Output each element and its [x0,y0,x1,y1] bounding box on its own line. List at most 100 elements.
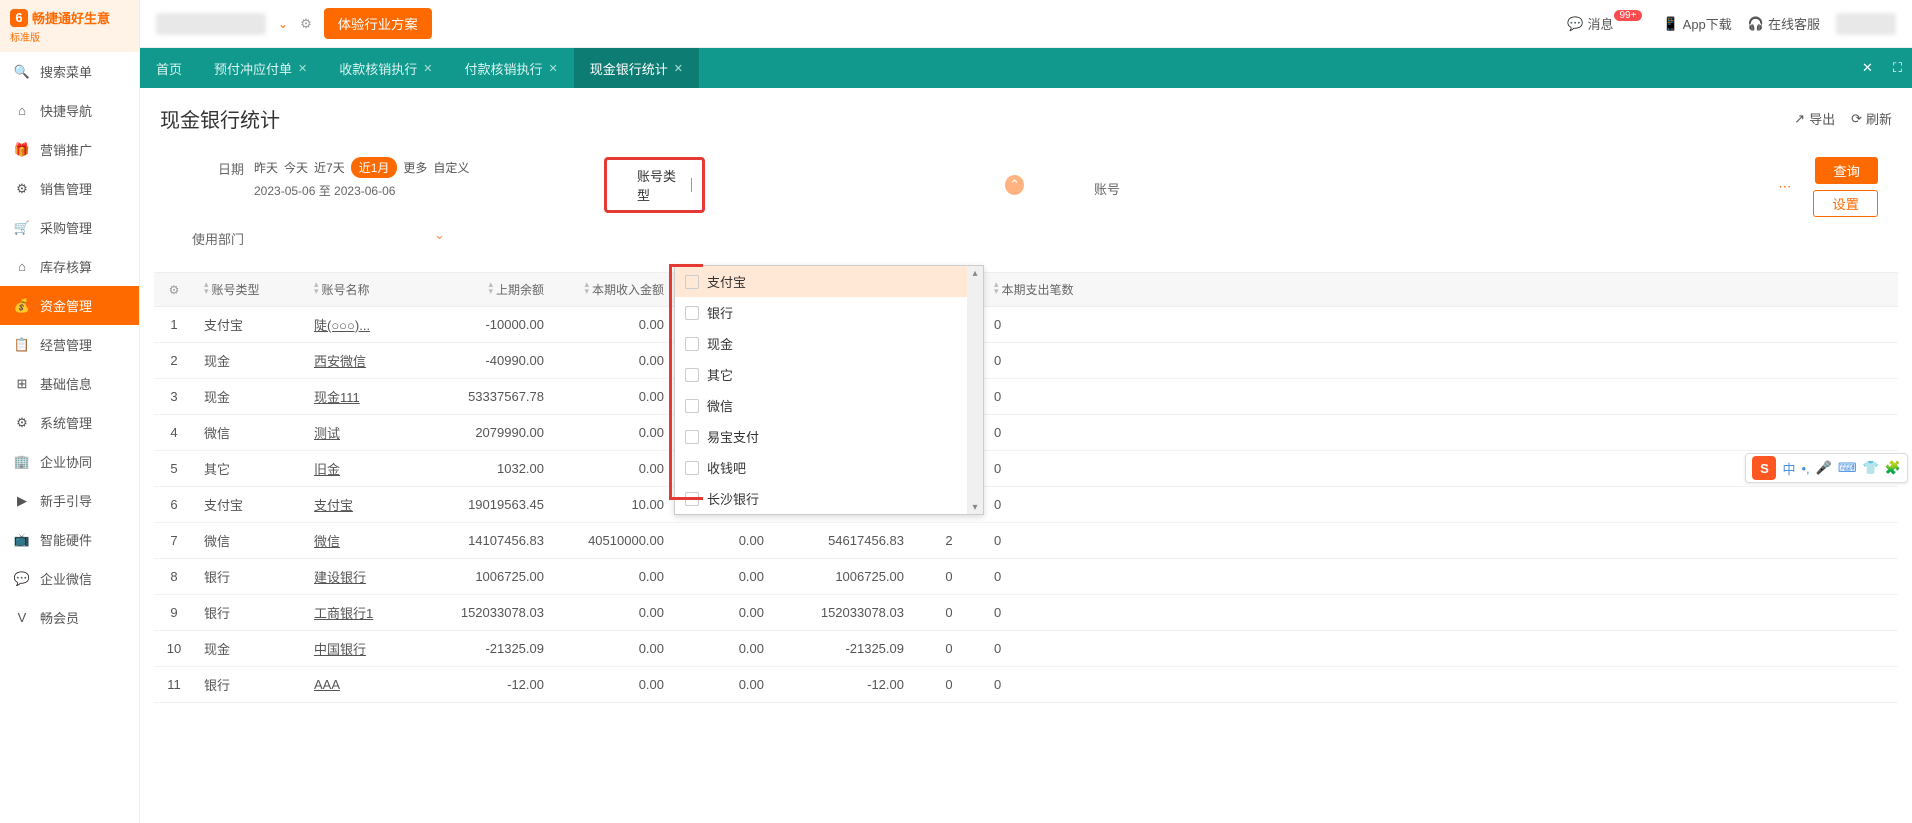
account-name-link[interactable]: 中国银行 [314,642,366,657]
sidebar-item-1[interactable]: ⌂快捷导航 [0,91,139,130]
ime-keyboard-icon[interactable]: ⌨ [1838,460,1857,476]
sidebar-item-4[interactable]: 🛒采购管理 [0,208,139,247]
messages-link[interactable]: 💬 消息 99+ [1567,14,1646,33]
checkbox[interactable] [685,275,699,289]
scroll-up-icon[interactable]: ▴ [968,266,982,280]
refresh-icon: ⟳ [1851,111,1862,127]
date-chip-4[interactable]: 更多 [403,159,427,176]
dropdown-item-6[interactable]: 收钱吧 [675,452,983,483]
dropdown-item-7[interactable]: 长沙银行 [675,483,983,514]
refresh-button[interactable]: ⟳ 刷新 [1851,109,1892,128]
gear-icon[interactable]: ⚙ [300,16,312,32]
sidebar-item-2[interactable]: 🎁营销推广 [0,130,139,169]
col-header-8[interactable]: ▴▾本期支出笔数 [984,273,1898,307]
ime-skin-icon[interactable]: 👕 [1863,460,1879,476]
account-name-link[interactable]: 微信 [314,534,340,549]
sort-icon[interactable]: ▴▾ [204,281,209,295]
tab-close-icon[interactable]: ✕ [674,62,683,75]
date-chip-0[interactable]: 昨天 [254,159,278,176]
sidebar-item-11[interactable]: ▶新手引导 [0,481,139,520]
account-name-link[interactable]: 建设银行 [314,570,366,585]
scroll-down-icon[interactable]: ▾ [968,500,982,514]
close-all-tabs-button[interactable]: ✕ [1852,60,1883,76]
ime-toolbox-icon[interactable]: 🧩 [1885,460,1901,476]
sidebar-item-6[interactable]: 💰资金管理 [0,286,139,325]
dept-select[interactable]: ⌄ [254,227,445,243]
settings-button[interactable]: 设置 [1813,190,1878,217]
account-name-link[interactable]: 现金111 [314,390,360,405]
sidebar-item-8[interactable]: ⊞基础信息 [0,364,139,403]
export-button[interactable]: ↗ 导出 [1794,109,1835,128]
tab-close-icon[interactable]: ✕ [423,62,432,75]
dropdown-scrollbar[interactable]: ▴ ▾ [967,266,983,514]
ime-lang[interactable]: 中 [1782,459,1795,478]
app-download-link[interactable]: 📱 App下载 [1662,14,1731,33]
tab-close-icon[interactable]: ✕ [298,62,307,75]
account-name-link[interactable]: AAA [314,677,340,692]
sidebar-item-14[interactable]: V畅会员 [0,598,139,637]
tab-4[interactable]: 现金银行统计✕ [574,48,699,88]
tab-close-icon[interactable]: ✕ [549,62,558,75]
checkbox[interactable] [685,306,699,320]
account-name-link[interactable]: 测试 [314,426,340,441]
org-name[interactable] [156,13,266,35]
more-filters-button[interactable]: ⋯ [1778,179,1793,195]
dropdown-item-1[interactable]: 银行 [675,297,983,328]
account-name-link[interactable]: 陡(○○○)... [314,318,370,333]
date-chip-3[interactable]: 近1月 [351,157,398,178]
tab-2[interactable]: 收款核销执行✕ [323,48,448,88]
sidebar-item-3[interactable]: ⚙销售管理 [0,169,139,208]
checkbox[interactable] [685,492,699,506]
dropdown-item-2[interactable]: 现金 [675,328,983,359]
sidebar-item-0[interactable]: 🔍搜索菜单 [0,52,139,91]
col-header-4[interactable]: ▴▾本期收入金额 [554,273,674,307]
sidebar-item-label: 经营管理 [40,335,92,354]
search-button[interactable]: 查询 [1815,157,1878,184]
sort-icon[interactable]: ▴▾ [584,281,589,295]
sort-icon[interactable]: ▴▾ [314,281,319,295]
sidebar-item-7[interactable]: 📋经营管理 [0,325,139,364]
customer-service-link[interactable]: 🎧 在线客服 [1748,14,1820,33]
tab-1[interactable]: 预付冲应付单✕ [198,48,323,88]
account-name-link[interactable]: 旧金 [314,462,340,477]
collapse-filter-icon[interactable]: ⌃ [1005,175,1024,195]
org-chevron-icon[interactable]: ⌄ [278,17,288,31]
col-header-1[interactable]: ▴▾账号类型 [194,273,304,307]
checkbox[interactable] [685,368,699,382]
date-chip-1[interactable]: 今天 [284,159,308,176]
dropdown-item-0[interactable]: 支付宝 [675,266,983,297]
col-header-0[interactable]: ⚙ [154,273,194,307]
gear-icon[interactable]: ⚙ [169,283,180,297]
date-chip-5[interactable]: 自定义 [433,159,469,176]
checkbox[interactable] [685,399,699,413]
ime-punct-icon[interactable]: •, [1802,461,1810,476]
dropdown-item-5[interactable]: 易宝支付 [675,421,983,452]
ime-mic-icon[interactable]: 🎤 [1816,460,1832,476]
sort-icon[interactable]: ▴▾ [994,281,999,295]
sidebar-item-13[interactable]: 💬企业微信 [0,559,139,598]
account-name-link[interactable]: 支付宝 [314,498,353,513]
sort-icon[interactable]: ▴▾ [488,281,493,295]
col-header-3[interactable]: ▴▾上期余额 [434,273,554,307]
expand-tabs-button[interactable]: ⛶ [1883,60,1912,76]
user-avatar[interactable] [1836,13,1896,35]
account-name-link[interactable]: 工商银行1 [314,606,373,621]
account-type-select[interactable]: 账号类型 [604,157,705,213]
col-header-2[interactable]: ▴▾账号名称 [304,273,434,307]
tab-0[interactable]: 首页 [140,48,198,88]
sidebar-item-12[interactable]: 📺智能硬件 [0,520,139,559]
ime-toolbar[interactable]: S 中 •, 🎤 ⌨ 👕 🧩 [1745,453,1908,483]
checkbox[interactable] [685,337,699,351]
dropdown-item-4[interactable]: 微信 [675,390,983,421]
dropdown-item-3[interactable]: 其它 [675,359,983,390]
account-name-link[interactable]: 西安微信 [314,354,366,369]
checkbox[interactable] [685,430,699,444]
date-chip-2[interactable]: 近7天 [314,159,345,176]
tab-3[interactable]: 付款核销执行✕ [448,48,573,88]
sidebar-item-5[interactable]: ⌂库存核算 [0,247,139,286]
trial-button[interactable]: 体验行业方案 [324,8,432,39]
sidebar-item-10[interactable]: 🏢企业协同 [0,442,139,481]
nav-icon: ⚙ [14,181,30,197]
checkbox[interactable] [685,461,699,475]
sidebar-item-9[interactable]: ⚙系统管理 [0,403,139,442]
